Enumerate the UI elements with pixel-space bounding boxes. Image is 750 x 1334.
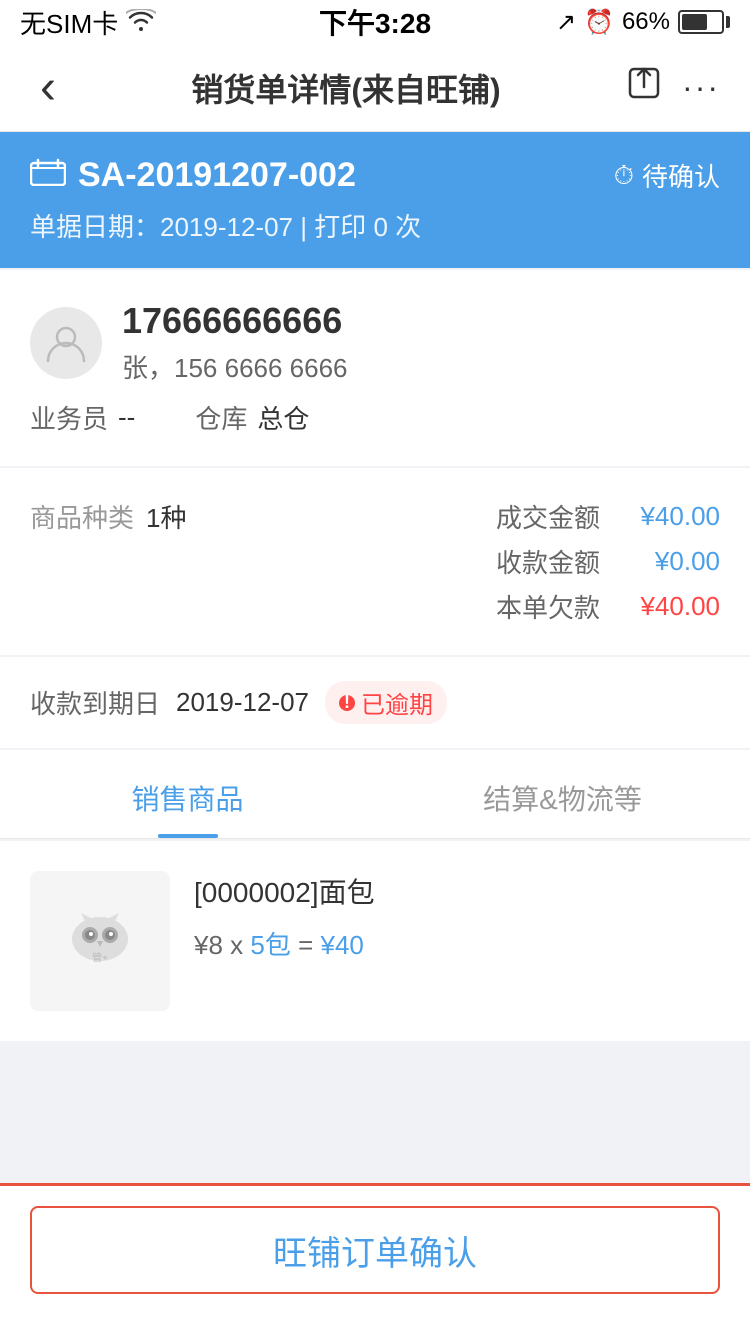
received-amount-row: 收款金额 ¥0.00 <box>496 543 720 580</box>
price-equals: = <box>291 930 321 960</box>
tabs-header: 销售商品 结算&物流等 <box>0 750 750 839</box>
order-meta: 单据日期：2019-12-07 | 打印 0 次 <box>30 207 720 244</box>
warehouse-label: 仓库 <box>195 399 247 436</box>
battery-percent: 66% <box>622 8 670 36</box>
product-price: ¥8 x 5包 = ¥40 <box>194 925 720 962</box>
customer-phone: 17666666666 <box>122 300 348 342</box>
carrier-text: 无SIM卡 <box>20 4 118 41</box>
tab-sales-products[interactable]: 销售商品 <box>0 750 375 838</box>
product-item: 管+ [0000002]面包 ¥8 x 5包 = ¥40 <box>30 871 720 1011</box>
product-type-label: 商品种类 <box>30 498 134 535</box>
customer-avatar <box>30 307 102 379</box>
location-icon: ↗ <box>556 8 576 37</box>
customer-name: 张，156 6666 6666 <box>122 348 348 385</box>
product-image: 管+ <box>30 871 170 1011</box>
product-placeholder-icon: 管+ <box>65 909 135 974</box>
product-name: [0000002]面包 <box>194 871 720 911</box>
warehouse-value: 总仓 <box>257 399 309 436</box>
salesperson-value: -- <box>118 402 135 433</box>
overdue-text: 已逾期 <box>361 685 433 720</box>
product-type-value: 1种 <box>146 498 186 535</box>
customer-meta: 业务员 -- 仓库 总仓 <box>30 399 720 436</box>
order-status: ⏱ 待确认 <box>614 157 720 194</box>
svg-text:管+: 管+ <box>92 951 108 964</box>
tab-settlement[interactable]: 结算&物流等 <box>375 750 750 838</box>
salesperson-label: 业务员 <box>30 399 108 436</box>
warehouse-item: 仓库 总仓 <box>195 399 309 436</box>
print-count: 打印 0 次 <box>314 212 421 242</box>
back-button[interactable]: ‹ <box>30 50 66 125</box>
tab-sales-label: 销售商品 <box>131 784 243 815</box>
battery-icon <box>678 10 730 34</box>
page-title: 销货单详情(来自旺铺) <box>191 65 500 111</box>
tabs-section: 销售商品 结算&物流等 <box>0 750 750 839</box>
wifi-icon <box>126 7 156 38</box>
more-icon[interactable]: ··· <box>682 69 720 106</box>
salesperson-item: 业务员 -- <box>30 399 135 436</box>
deal-amount-label: 成交金额 <box>496 498 600 535</box>
status-right: ↗ ⏰ 66% <box>556 8 730 37</box>
bottom-bar: 旺铺订单确认 <box>0 1183 750 1334</box>
alarm-icon: ⏰ <box>584 8 614 37</box>
status-time: 下午3:28 <box>319 2 431 42</box>
due-date-value: 2019-12-07 <box>176 687 309 718</box>
price-text: ¥8 x <box>194 930 250 960</box>
customer-section: 17666666666 张，156 6666 6666 业务员 -- 仓库 总仓 <box>0 270 750 466</box>
product-type: 商品种类 1种 <box>30 498 186 535</box>
order-date: 单据日期：2019-12-07 <box>30 212 293 242</box>
overdue-dot-icon: ! <box>339 695 355 711</box>
summary-section: 商品种类 1种 成交金额 ¥40.00 收款金额 ¥0.00 本单欠款 ¥40.… <box>0 468 750 655</box>
order-icon <box>30 158 66 193</box>
status-clock-icon: ⏱ <box>614 160 634 192</box>
deal-amount-row: 成交金额 ¥40.00 <box>496 498 720 535</box>
order-header: SA-20191207-002 ⏱ 待确认 单据日期：2019-12-07 | … <box>0 132 750 268</box>
order-id-text: SA-20191207-002 <box>78 156 356 195</box>
owed-amount-row: 本单欠款 ¥40.00 <box>496 588 720 625</box>
received-amount-label: 收款金额 <box>496 543 600 580</box>
tab-settlement-label: 结算&物流等 <box>483 784 642 815</box>
overdue-badge: ! 已逾期 <box>325 681 447 724</box>
received-amount-value: ¥0.00 <box>620 546 720 577</box>
order-id: SA-20191207-002 <box>30 156 356 195</box>
due-date-label: 收款到期日 <box>30 684 160 721</box>
share-icon[interactable] <box>626 65 662 110</box>
status-left: 无SIM卡 <box>20 4 156 41</box>
status-text: 待确认 <box>642 157 720 194</box>
owed-amount-label: 本单欠款 <box>496 588 600 625</box>
nav-actions: ··· <box>626 65 720 110</box>
status-bar: 无SIM卡 下午3:28 ↗ ⏰ 66% <box>0 0 750 44</box>
amounts: 成交金额 ¥40.00 收款金额 ¥0.00 本单欠款 ¥40.00 <box>496 498 720 625</box>
owed-amount-value: ¥40.00 <box>620 591 720 622</box>
product-info: [0000002]面包 ¥8 x 5包 = ¥40 <box>194 871 720 962</box>
confirm-order-button[interactable]: 旺铺订单确认 <box>30 1206 720 1294</box>
due-date-section: 收款到期日 2019-12-07 ! 已逾期 <box>0 657 750 748</box>
deal-amount-value: ¥40.00 <box>620 501 720 532</box>
price-total: ¥40 <box>320 930 363 960</box>
price-qty: 5包 <box>250 930 290 960</box>
product-section: 管+ [0000002]面包 ¥8 x 5包 = ¥40 <box>0 841 750 1041</box>
nav-bar: ‹ 销货单详情(来自旺铺) ··· <box>0 44 750 132</box>
